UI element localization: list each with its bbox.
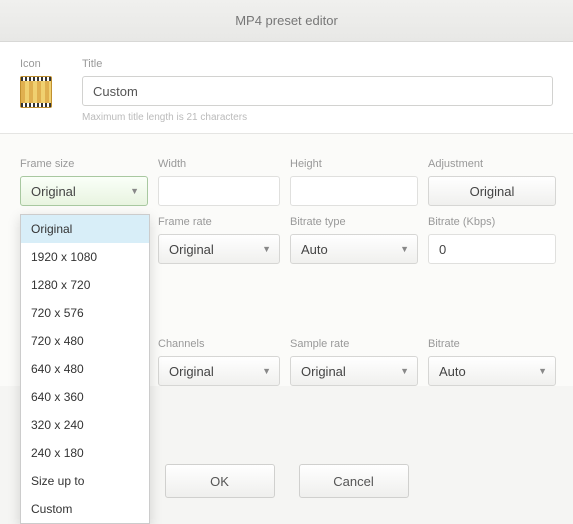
chevron-down-icon: ▼ — [400, 366, 409, 376]
frame-rate-label: Frame rate — [158, 216, 280, 228]
title-hint: Maximum title length is 21 characters — [82, 112, 553, 123]
frame-size-label: Frame size — [20, 158, 148, 170]
channels-select[interactable]: Original ▼ — [158, 356, 280, 386]
channels-label: Channels — [158, 338, 280, 350]
bitrate-type-select[interactable]: Auto ▼ — [290, 234, 418, 264]
frame-size-dropdown[interactable]: Original1920 x 10801280 x 720720 x 57672… — [20, 214, 150, 524]
cancel-button[interactable]: Cancel — [299, 464, 409, 498]
frame-size-option[interactable]: 640 x 480 — [21, 355, 149, 383]
frame-size-option[interactable]: Custom — [21, 495, 149, 523]
bitrate-kbps-input[interactable] — [428, 234, 556, 264]
frame-size-option[interactable]: 1920 x 1080 — [21, 243, 149, 271]
icon-label: Icon — [20, 58, 64, 70]
frame-size-option[interactable]: 640 x 360 — [21, 383, 149, 411]
adjustment-button[interactable]: Original — [428, 176, 556, 206]
chevron-down-icon: ▼ — [538, 366, 547, 376]
chevron-down-icon: ▼ — [400, 244, 409, 254]
title-input[interactable] — [82, 76, 553, 106]
bitrate-type-value: Auto — [301, 242, 328, 257]
frame-size-option[interactable]: 1280 x 720 — [21, 271, 149, 299]
sample-rate-select[interactable]: Original ▼ — [290, 356, 418, 386]
film-icon[interactable] — [20, 76, 52, 108]
width-input[interactable] — [158, 176, 280, 206]
frame-size-option[interactable]: 720 x 480 — [21, 327, 149, 355]
bitrate-kbps-label: Bitrate (Kbps) — [428, 216, 556, 228]
height-input[interactable] — [290, 176, 418, 206]
chevron-down-icon: ▼ — [262, 366, 271, 376]
sample-rate-label: Sample rate — [290, 338, 418, 350]
frame-rate-select[interactable]: Original ▼ — [158, 234, 280, 264]
frame-size-option[interactable]: 240 x 180 — [21, 439, 149, 467]
audio-bitrate-label: Bitrate — [428, 338, 556, 350]
frame-rate-value: Original — [169, 242, 214, 257]
frame-size-option[interactable]: Size up to — [21, 467, 149, 495]
adjustment-label: Adjustment — [428, 158, 556, 170]
bitrate-type-label: Bitrate type — [290, 216, 418, 228]
title-label: Title — [82, 58, 553, 70]
audio-bitrate-select[interactable]: Auto ▼ — [428, 356, 556, 386]
ok-button[interactable]: OK — [165, 464, 275, 498]
window-title: MP4 preset editor — [235, 13, 338, 28]
frame-size-option[interactable]: 320 x 240 — [21, 411, 149, 439]
frame-size-select[interactable]: Original ▼ — [20, 176, 148, 206]
frame-size-option[interactable]: Original — [21, 215, 149, 243]
adjustment-value: Original — [470, 184, 515, 199]
header-section: Icon Title Maximum title length is 21 ch… — [0, 42, 573, 134]
frame-size-value: Original — [31, 184, 76, 199]
width-label: Width — [158, 158, 280, 170]
frame-size-option[interactable]: 720 x 576 — [21, 299, 149, 327]
height-label: Height — [290, 158, 418, 170]
audio-bitrate-value: Auto — [439, 364, 466, 379]
chevron-down-icon: ▼ — [262, 244, 271, 254]
channels-value: Original — [169, 364, 214, 379]
window-titlebar: MP4 preset editor — [0, 0, 573, 42]
sample-rate-value: Original — [301, 364, 346, 379]
chevron-down-icon: ▼ — [130, 186, 139, 196]
